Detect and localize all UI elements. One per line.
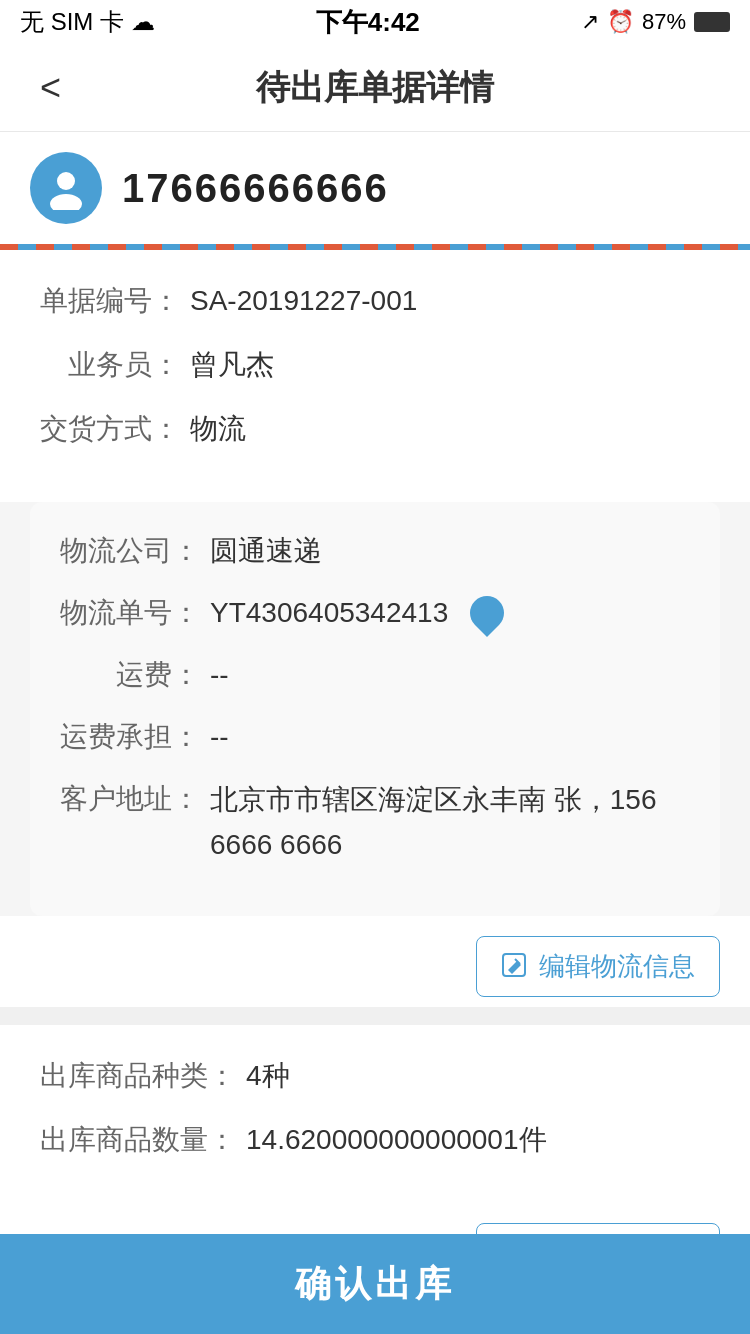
goods-quantity-row: 出库商品数量： 14.620000000000001件: [40, 1119, 710, 1161]
freight-bearer-row: 运费承担： --: [60, 716, 690, 758]
status-right: ↗ ⏰ 87%: [581, 9, 730, 35]
edit-btn-row: 编辑物流信息: [0, 916, 750, 1007]
back-button[interactable]: <: [30, 57, 71, 119]
sim-label: 无 SIM 卡 ☁: [20, 6, 155, 38]
salesperson-row: 业务员： 曾凡杰: [40, 344, 710, 386]
nav-bar: < 待出库单据详情: [0, 44, 750, 132]
goods-types-label: 出库商品种类：: [40, 1055, 246, 1097]
location-icon: ↗: [581, 9, 599, 35]
alarm-icon: ⏰: [607, 9, 634, 35]
salesperson-value: 曾凡杰: [190, 344, 710, 386]
goods-quantity-label: 出库商品数量：: [40, 1119, 246, 1161]
freight-bearer-value: --: [210, 716, 690, 758]
svg-point-1: [50, 194, 82, 210]
battery-icon: [694, 12, 730, 32]
goods-types-value: 4种: [246, 1055, 710, 1097]
status-time: 下午4:42: [316, 5, 420, 40]
document-info-section: 单据编号： SA-20191227-001 业务员： 曾凡杰 交货方式： 物流: [0, 250, 750, 502]
goods-types-row: 出库商品种类： 4种: [40, 1055, 710, 1097]
goods-section: 出库商品种类： 4种 出库商品数量： 14.620000000000001件: [0, 1025, 750, 1213]
page-title: 待出库单据详情: [256, 65, 494, 111]
edit-icon: [501, 952, 529, 980]
goods-quantity-value: 14.620000000000001件: [246, 1119, 710, 1161]
logistics-tracking-label: 物流单号：: [60, 592, 210, 634]
address-row: 客户地址： 北京市市辖区海淀区永丰南 张，156 6666 6666: [60, 778, 690, 868]
address-value: 北京市市辖区海淀区永丰南 张，156 6666 6666: [210, 778, 690, 868]
freight-value: --: [210, 654, 690, 696]
freight-row: 运费： --: [60, 654, 690, 696]
user-header: 17666666666: [0, 132, 750, 244]
section-divider-1: [0, 1007, 750, 1025]
status-left: 无 SIM 卡 ☁: [20, 6, 155, 38]
edit-logistics-button[interactable]: 编辑物流信息: [476, 936, 720, 997]
avatar: [30, 152, 102, 224]
delivery-label: 交货方式：: [40, 408, 190, 450]
svg-point-0: [57, 172, 75, 190]
user-phone: 17666666666: [122, 166, 389, 211]
logistics-card: 物流公司： 圆通速递 物流单号： YT4306405342413 运费： -- …: [30, 502, 720, 916]
map-pin-icon[interactable]: [463, 589, 511, 637]
logistics-company-value: 圆通速递: [210, 530, 690, 572]
document-number-row: 单据编号： SA-20191227-001: [40, 280, 710, 322]
delivery-row: 交货方式： 物流: [40, 408, 710, 450]
logistics-tracking-row: 物流单号： YT4306405342413: [60, 592, 690, 634]
delivery-value: 物流: [190, 408, 710, 450]
freight-label: 运费：: [60, 654, 210, 696]
logistics-tracking-value: YT4306405342413: [210, 592, 690, 634]
logistics-company-row: 物流公司： 圆通速递: [60, 530, 690, 572]
person-icon: [44, 166, 88, 210]
salesperson-label: 业务员：: [40, 344, 190, 386]
battery-label: 87%: [642, 9, 686, 35]
confirm-button-label: 确认出库: [295, 1260, 455, 1309]
edit-logistics-label: 编辑物流信息: [539, 949, 695, 984]
status-bar: 无 SIM 卡 ☁ 下午4:42 ↗ ⏰ 87%: [0, 0, 750, 44]
address-label: 客户地址：: [60, 778, 210, 820]
document-number-label: 单据编号：: [40, 280, 190, 322]
freight-bearer-label: 运费承担：: [60, 716, 210, 758]
logistics-company-label: 物流公司：: [60, 530, 210, 572]
document-number-value: SA-20191227-001: [190, 280, 710, 322]
confirm-bar[interactable]: 确认出库: [0, 1234, 750, 1334]
